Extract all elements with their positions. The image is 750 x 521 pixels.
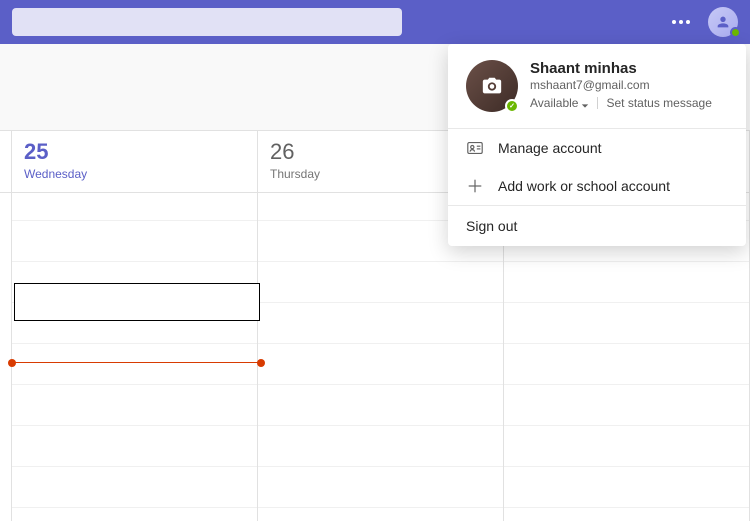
more-options-button[interactable] xyxy=(666,14,696,30)
profile-email: mshaant7@gmail.com xyxy=(530,78,728,92)
separator xyxy=(597,97,598,109)
profile-name: Shaant minhas xyxy=(530,60,728,77)
profile-avatar-button[interactable] xyxy=(708,7,738,37)
status-row: Available Set status message xyxy=(530,96,728,110)
day-number: 25 xyxy=(24,139,245,165)
profile-info: Shaant minhas mshaant7@gmail.com Availab… xyxy=(530,60,728,110)
profile-avatar[interactable] xyxy=(466,60,518,112)
grid-column[interactable] xyxy=(12,193,258,521)
topbar xyxy=(0,0,750,44)
time-selection[interactable] xyxy=(14,283,260,321)
presence-available-icon xyxy=(505,99,519,113)
current-time-indicator xyxy=(12,362,261,363)
day-label: Wednesday xyxy=(24,167,245,181)
menu-label: Manage account xyxy=(498,140,602,156)
sign-out-item[interactable]: Sign out xyxy=(448,206,746,246)
profile-popup: Shaant minhas mshaant7@gmail.com Availab… xyxy=(448,44,746,246)
chevron-down-icon xyxy=(581,99,589,107)
plus-icon xyxy=(466,177,484,195)
manage-account-item[interactable]: Manage account xyxy=(448,129,746,167)
search-input[interactable] xyxy=(12,8,402,36)
add-account-item[interactable]: Add work or school account xyxy=(448,167,746,205)
day-header[interactable]: 25 Wednesday xyxy=(11,131,258,192)
menu-label: Add work or school account xyxy=(498,178,670,194)
set-status-link[interactable]: Set status message xyxy=(606,96,711,110)
status-dropdown[interactable]: Available xyxy=(530,96,589,110)
id-card-icon xyxy=(466,139,484,157)
profile-header: Shaant minhas mshaant7@gmail.com Availab… xyxy=(448,44,746,128)
status-label: Available xyxy=(530,96,578,110)
menu-label: Sign out xyxy=(466,218,517,234)
topbar-right xyxy=(666,7,738,37)
presence-available-icon xyxy=(730,27,741,38)
